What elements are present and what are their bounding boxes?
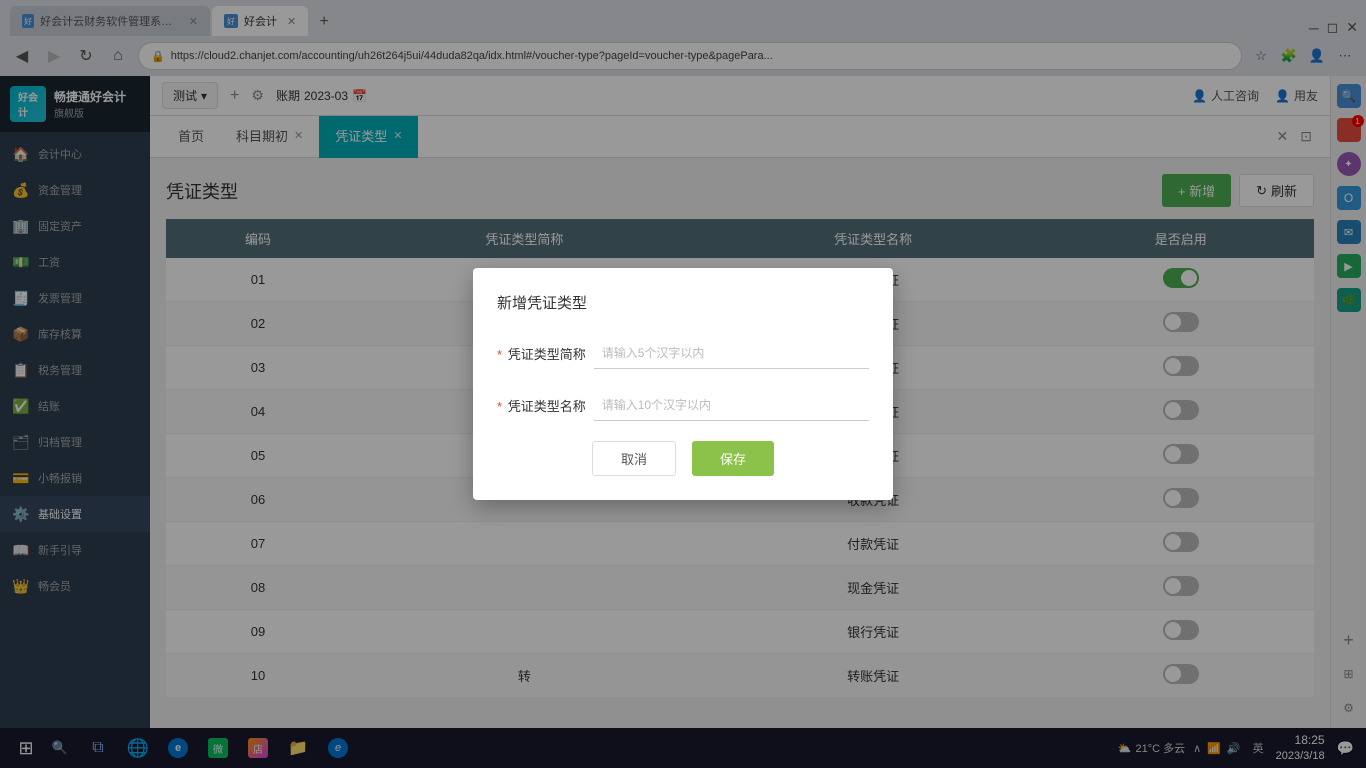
form-row-short: * 凭证类型简称 — [497, 337, 869, 369]
full-name-input[interactable] — [594, 389, 869, 421]
save-button[interactable]: 保存 — [692, 441, 774, 476]
required-star: * — [497, 347, 502, 362]
modal-title: 新增凭证类型 — [497, 292, 869, 313]
full-name-label: * 凭证类型名称 — [497, 396, 594, 415]
cancel-button[interactable]: 取消 — [592, 441, 676, 476]
add-voucher-type-modal: 新增凭证类型 * 凭证类型简称 * 凭证类型名称 取消 保存 — [473, 268, 893, 500]
modal-footer: 取消 保存 — [497, 441, 869, 476]
short-name-input[interactable] — [594, 337, 869, 369]
required-star-2: * — [497, 399, 502, 414]
short-name-label: * 凭证类型简称 — [497, 344, 594, 363]
full-name-label-text: 凭证类型名称 — [508, 399, 586, 414]
short-name-label-text: 凭证类型简称 — [508, 347, 586, 362]
modal-overlay[interactable]: 新增凭证类型 * 凭证类型简称 * 凭证类型名称 取消 保存 — [0, 0, 1366, 768]
form-row-full: * 凭证类型名称 — [497, 389, 869, 421]
